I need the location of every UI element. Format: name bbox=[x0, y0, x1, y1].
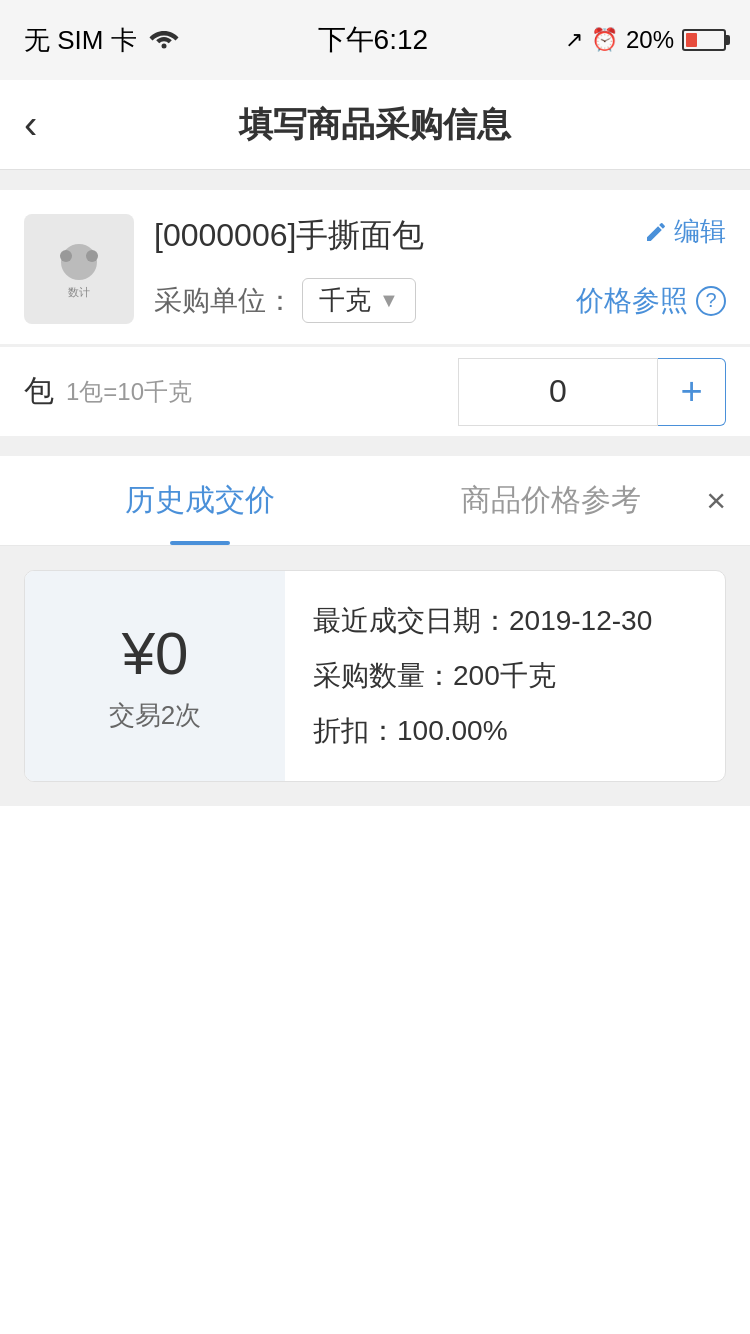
quantity-unit: 包 bbox=[24, 371, 54, 412]
quantity-row: 包 1包=10千克 + bbox=[0, 346, 750, 436]
quantity-row-detail: 采购数量：200千克 bbox=[313, 656, 697, 695]
product-image: 数计 bbox=[24, 214, 134, 324]
unit-select[interactable]: 千克 ▼ bbox=[302, 278, 416, 323]
tabs-bar: 历史成交价 商品价格参考 × bbox=[0, 456, 750, 546]
edit-button[interactable]: 编辑 bbox=[644, 214, 726, 249]
status-right: ↗ ⏰ 20% bbox=[565, 26, 726, 54]
product-card: 数计 [0000006]手撕面包 编辑 采购单位： 千克 ▼ 价格参照 ? bbox=[0, 190, 750, 344]
history-price-left: ¥0 交易2次 bbox=[25, 571, 285, 781]
price-ref-button[interactable]: 价格参照 ? bbox=[576, 282, 726, 320]
battery-icon bbox=[682, 29, 726, 51]
battery-percent: 20% bbox=[626, 26, 674, 54]
carrier-text: 无 SIM 卡 bbox=[24, 23, 137, 58]
svg-text:数计: 数计 bbox=[68, 286, 90, 298]
quantity-controls: + bbox=[458, 358, 726, 426]
bottom-area bbox=[0, 806, 750, 1334]
nav-bar: ‹ 填写商品采购信息 bbox=[0, 80, 750, 170]
wifi-icon bbox=[147, 25, 181, 56]
quantity-unit-hint: 1包=10千克 bbox=[66, 376, 192, 408]
status-left: 无 SIM 卡 bbox=[24, 23, 181, 58]
history-price-value: ¥0 bbox=[122, 619, 189, 688]
history-price-right: 最近成交日期：2019-12-30 采购数量：200千克 折扣：100.00% bbox=[285, 571, 725, 781]
quantity-input[interactable] bbox=[458, 358, 658, 426]
page-title: 填写商品采购信息 bbox=[239, 102, 511, 148]
currency-symbol: ¥ bbox=[122, 620, 155, 687]
tab-history-price[interactable]: 历史成交价 bbox=[24, 456, 375, 545]
dropdown-arrow-icon: ▼ bbox=[379, 289, 399, 312]
back-button[interactable]: ‹ bbox=[24, 102, 37, 147]
discount-row: 折扣：100.00% bbox=[313, 711, 697, 750]
product-unit-row: 采购单位： 千克 ▼ 价格参照 ? bbox=[154, 278, 726, 323]
product-info: [0000006]手撕面包 编辑 采购单位： 千克 ▼ 价格参照 ? bbox=[154, 214, 726, 323]
status-time: 下午6:12 bbox=[318, 21, 429, 59]
product-name: [0000006]手撕面包 bbox=[154, 214, 424, 258]
trade-count: 交易2次 bbox=[109, 698, 201, 733]
svg-point-2 bbox=[60, 250, 72, 262]
status-bar: 无 SIM 卡 下午6:12 ↗ ⏰ 20% bbox=[0, 0, 750, 80]
svg-point-0 bbox=[161, 43, 166, 48]
help-icon: ? bbox=[696, 286, 726, 316]
history-card: ¥0 交易2次 最近成交日期：2019-12-30 采购数量：200千克 折扣：… bbox=[24, 570, 726, 782]
product-top-row: [0000006]手撕面包 编辑 bbox=[154, 214, 726, 258]
tab-product-price-ref[interactable]: 商品价格参考 bbox=[375, 456, 726, 545]
unit-label: 采购单位： bbox=[154, 282, 294, 320]
svg-point-3 bbox=[86, 250, 98, 262]
recent-date-row: 最近成交日期：2019-12-30 bbox=[313, 601, 697, 640]
close-button[interactable]: × bbox=[706, 481, 726, 520]
location-icon: ↗ bbox=[565, 27, 583, 53]
quantity-label: 包 1包=10千克 bbox=[24, 371, 192, 412]
unit-value: 千克 bbox=[319, 283, 371, 318]
svg-point-1 bbox=[61, 244, 97, 280]
alarm-icon: ⏰ bbox=[591, 27, 618, 53]
plus-button[interactable]: + bbox=[658, 358, 726, 426]
